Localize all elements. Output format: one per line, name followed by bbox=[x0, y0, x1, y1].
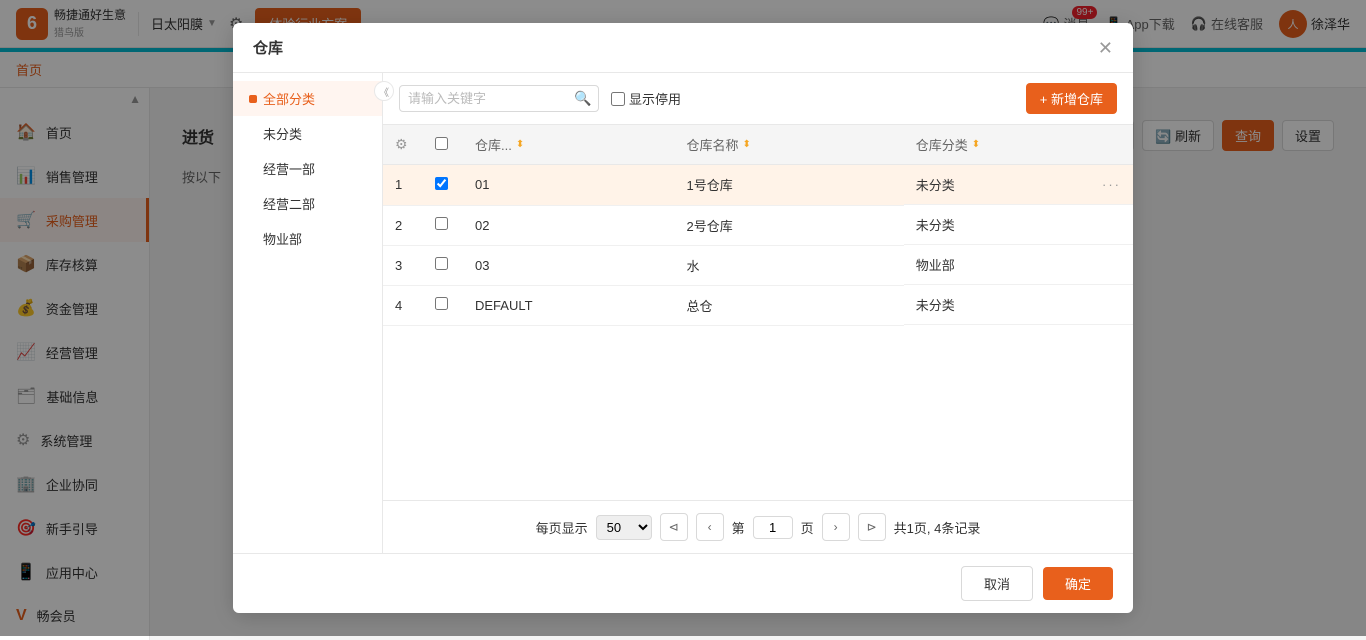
page-prev-btn[interactable]: ‹ bbox=[696, 513, 724, 541]
select-all-checkbox[interactable] bbox=[435, 137, 448, 150]
table-row[interactable]: 1 01 1号仓库 未分类 ··· bbox=[383, 165, 1133, 206]
col-category: 仓库分类 ⬍ bbox=[904, 125, 1133, 165]
col-name-label: 仓库名称 bbox=[687, 135, 739, 154]
row-checkbox[interactable] bbox=[435, 217, 448, 230]
category-item-all[interactable]: 全部分类 bbox=[233, 81, 382, 116]
row-name: 水 bbox=[675, 245, 904, 285]
row-category: 未分类 ··· bbox=[904, 165, 1133, 205]
sort-icon-code[interactable]: ⬍ bbox=[516, 139, 524, 150]
row-code: DEFAULT bbox=[463, 285, 675, 325]
cancel-button[interactable]: 取消 bbox=[961, 566, 1033, 601]
warehouse-dialog: 仓库 ✕ 《 全部分类 未分类 经营一部 bbox=[233, 23, 1133, 613]
row-checkbox[interactable] bbox=[435, 297, 448, 310]
category-item-unclassified[interactable]: 未分类 bbox=[233, 116, 382, 151]
col-checkbox bbox=[423, 125, 463, 165]
row-checkbox[interactable] bbox=[435, 177, 448, 190]
warehouse-table: ⚙ 仓库... ⬍ bbox=[383, 125, 1133, 326]
page-first-btn[interactable]: ⊲ bbox=[660, 513, 688, 541]
confirm-button[interactable]: 确定 bbox=[1043, 567, 1113, 600]
dialog-overlay: 仓库 ✕ 《 全部分类 未分类 经营一部 bbox=[0, 0, 1366, 636]
row-select-cell bbox=[423, 245, 463, 285]
add-warehouse-button[interactable]: + 新增仓库 bbox=[1026, 83, 1117, 114]
page-unit: 页 bbox=[801, 518, 814, 537]
sort-icon-category[interactable]: ⬍ bbox=[972, 139, 980, 150]
row-select-cell bbox=[423, 285, 463, 325]
row-select-cell bbox=[423, 205, 463, 245]
page-next-btn[interactable]: › bbox=[822, 513, 850, 541]
table-gear-icon[interactable]: ⚙ bbox=[395, 136, 408, 152]
col-code: 仓库... ⬍ bbox=[463, 125, 675, 165]
category-item-property[interactable]: 物业部 bbox=[233, 221, 382, 256]
row-action-menu[interactable]: ··· bbox=[1102, 177, 1121, 192]
search-input-wrap: 🔍 bbox=[399, 85, 599, 112]
row-name: 2号仓库 bbox=[675, 205, 904, 245]
dialog-body: 《 全部分类 未分类 经营一部 经营二部 bbox=[233, 73, 1133, 553]
row-checkbox[interactable] bbox=[435, 257, 448, 270]
table-wrap: ⚙ 仓库... ⬍ bbox=[383, 125, 1133, 500]
dialog-footer: 取消 确定 bbox=[233, 553, 1133, 613]
show-disabled-checkbox[interactable] bbox=[611, 92, 625, 106]
page-input[interactable] bbox=[753, 516, 793, 539]
row-category: 物业部 bbox=[904, 245, 1133, 285]
col-gear: ⚙ bbox=[383, 125, 423, 165]
row-code: 01 bbox=[463, 165, 675, 206]
total-info: 共1页, 4条记录 bbox=[894, 518, 981, 537]
row-code: 03 bbox=[463, 245, 675, 285]
row-index: 4 bbox=[383, 285, 423, 325]
dialog-close-button[interactable]: ✕ bbox=[1098, 39, 1113, 57]
row-index: 1 bbox=[383, 165, 423, 206]
category-sidebar: 《 全部分类 未分类 经营一部 经营二部 bbox=[233, 73, 383, 553]
per-page-select[interactable]: 50 100 bbox=[596, 515, 652, 540]
category-collapse-button[interactable]: 《 bbox=[374, 81, 394, 101]
category-dot-all bbox=[249, 95, 257, 103]
row-name: 总仓 bbox=[675, 285, 904, 325]
page-last-btn[interactable]: ⊳ bbox=[858, 513, 886, 541]
row-name: 1号仓库 bbox=[675, 165, 904, 206]
row-code: 02 bbox=[463, 205, 675, 245]
row-select-cell bbox=[423, 165, 463, 206]
category-item-ops2[interactable]: 经营二部 bbox=[233, 186, 382, 221]
col-code-label: 仓库... bbox=[475, 135, 512, 154]
col-category-label: 仓库分类 bbox=[916, 135, 968, 154]
category-item-ops1[interactable]: 经营一部 bbox=[233, 151, 382, 186]
table-row[interactable]: 4 DEFAULT 总仓 未分类 bbox=[383, 285, 1133, 325]
col-name: 仓库名称 ⬍ bbox=[675, 125, 904, 165]
row-index: 2 bbox=[383, 205, 423, 245]
dialog-header: 仓库 ✕ bbox=[233, 23, 1133, 73]
row-index: 3 bbox=[383, 245, 423, 285]
sort-icon-name[interactable]: ⬍ bbox=[743, 139, 751, 150]
table-toolbar: 🔍 显示停用 + 新增仓库 bbox=[383, 73, 1133, 125]
page-label: 第 bbox=[732, 518, 745, 537]
search-input[interactable] bbox=[408, 91, 568, 106]
row-category: 未分类 bbox=[904, 205, 1133, 245]
show-disabled-label[interactable]: 显示停用 bbox=[611, 89, 681, 108]
table-row[interactable]: 3 03 水 物业部 bbox=[383, 245, 1133, 285]
row-category: 未分类 bbox=[904, 285, 1133, 325]
pagination: 每页显示 50 100 ⊲ ‹ 第 页 › ⊳ 共1页, 4条记录 bbox=[383, 500, 1133, 553]
per-page-label: 每页显示 bbox=[536, 518, 588, 537]
table-area: 🔍 显示停用 + 新增仓库 ⚙ bbox=[383, 73, 1133, 553]
table-row[interactable]: 2 02 2号仓库 未分类 bbox=[383, 205, 1133, 245]
dialog-title: 仓库 bbox=[253, 37, 283, 58]
search-icon[interactable]: 🔍 bbox=[574, 90, 591, 107]
